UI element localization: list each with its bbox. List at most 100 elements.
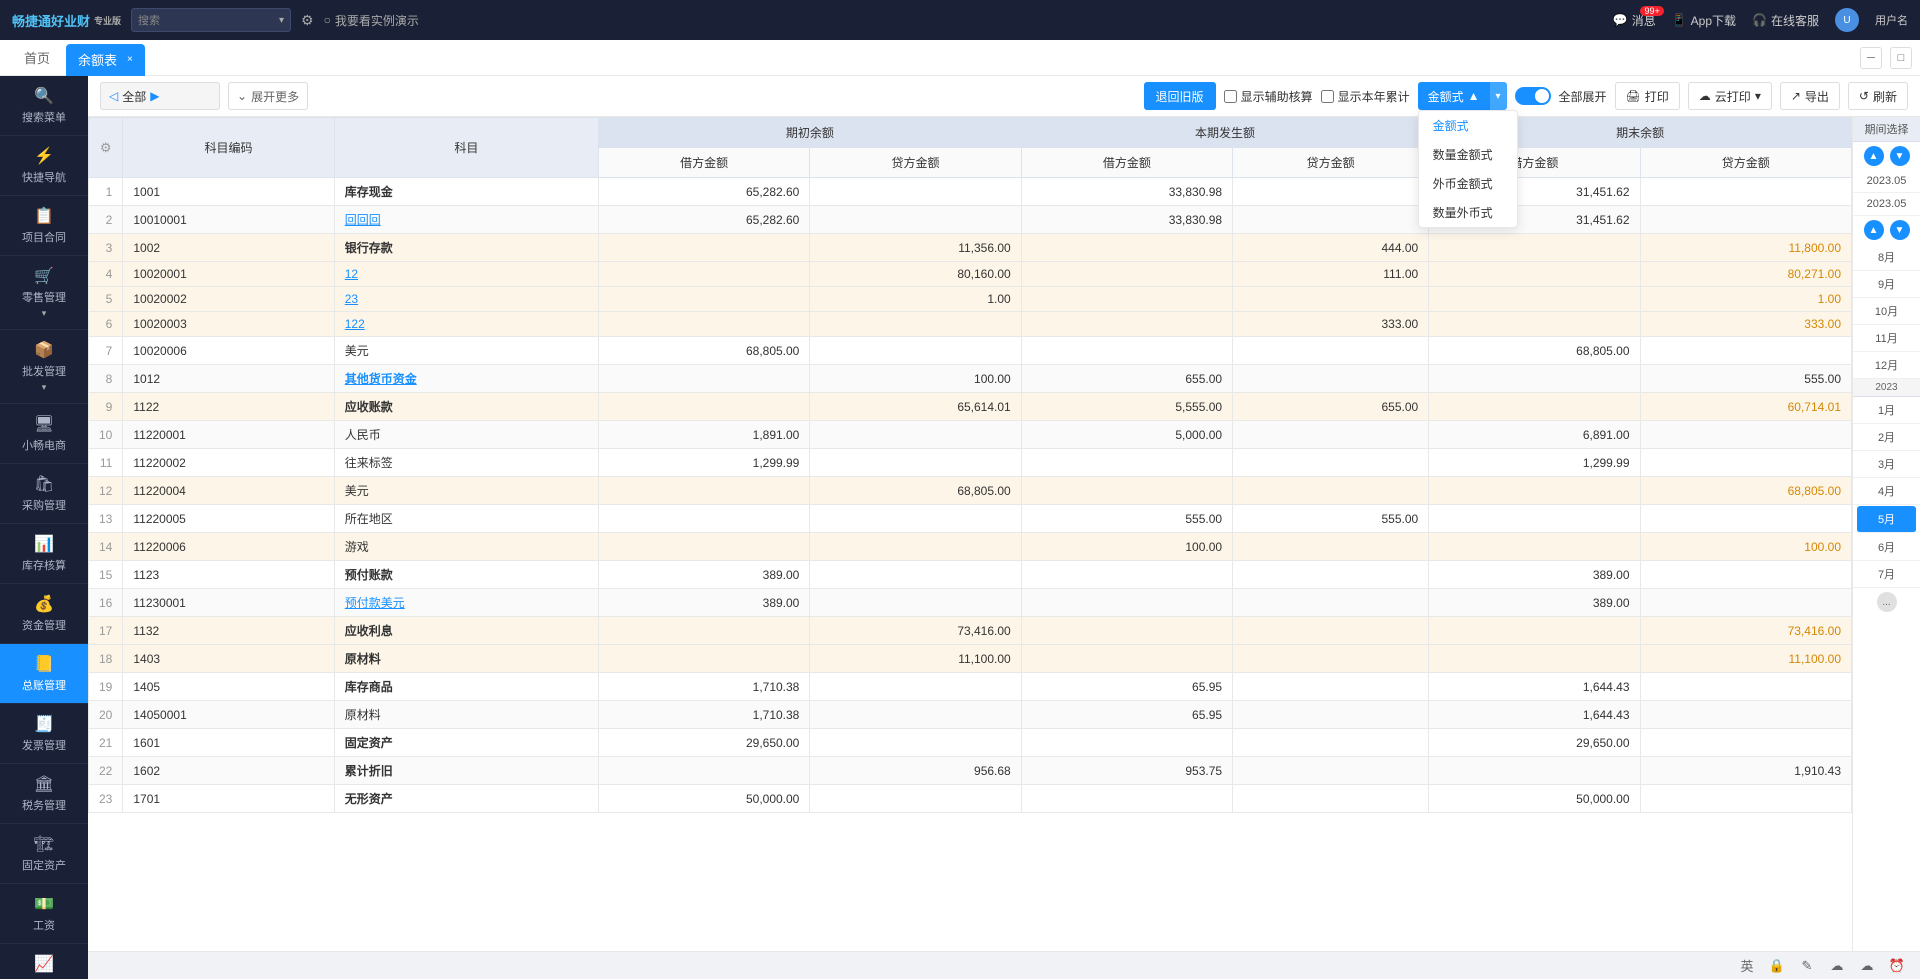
demo-link[interactable]: ○ 我要看实例演示 [324,12,419,29]
cell-oc [810,785,1021,813]
th-code: 科目编码 [123,118,334,178]
cell-cd [1021,262,1232,287]
cell-ec: 68,805.00 [1640,477,1851,505]
app-download-btn[interactable]: 📱 App下载 [1672,12,1736,29]
breadcrumb[interactable]: ◁ 全部 ▶ [100,82,220,110]
cell-name[interactable]: 12 [334,262,598,287]
show-year-checkbox[interactable] [1321,90,1334,103]
online-service-btn[interactable]: 🎧 在线客服 [1752,12,1819,29]
period-more-btn[interactable]: ... [1877,592,1897,612]
message-btn[interactable]: 💬 消息 99+ [1613,12,1656,29]
period-item-jul[interactable]: 7月 [1853,561,1920,588]
table-settings-icon[interactable]: ⚙ [100,140,112,155]
sidebar-item-finance[interactable]: 💰 资金管理 [0,584,88,644]
gear-icon[interactable]: ⚙ [301,12,314,29]
period-item-jan[interactable]: 1月 [1853,397,1920,424]
tab-balance-sheet[interactable]: 余额表 × [66,44,145,76]
period-prev-btn[interactable]: ▲ [1864,146,1884,166]
bottom-cloud-btn[interactable]: ☁ [1826,955,1848,977]
expand-more-btn[interactable]: ⌄ 展开更多 [228,82,308,110]
tab-max-btn[interactable]: □ [1890,47,1912,69]
period-item-nov[interactable]: 11月 [1853,325,1920,352]
cell-name[interactable]: 其他货币资金 [334,365,598,393]
format-dropdown-main-btn[interactable]: 金额式 ▲ [1418,82,1490,110]
tab-min-btn[interactable]: ─ [1860,47,1882,69]
cell-oc: 80,160.00 [810,262,1021,287]
bottom-cloud2-btn[interactable]: ☁ [1856,955,1878,977]
cell-ec [1640,701,1851,729]
cloud-print-btn[interactable]: ☁ 云打印 ▾ [1688,82,1772,110]
format-option-amount[interactable]: 金额式 [1419,111,1517,140]
sidebar-item-salary[interactable]: 💵 工资 [0,884,88,944]
print-btn[interactable]: 🖨 打印 [1615,82,1680,110]
return-old-version-btn[interactable]: 退回旧版 [1144,82,1216,110]
sidebar-item-ledger[interactable]: 📒 总账管理 [0,644,88,704]
sidebar-item-ecommerce[interactable]: 🖥 小畅电商 [0,404,88,464]
sidebar-item-operations[interactable]: 📈 经营管理 [0,944,88,979]
top-right-actions: 💬 消息 99+ 📱 App下载 🎧 在线客服 U 用户名 [1613,8,1908,32]
export-btn[interactable]: ↗ 导出 [1780,82,1840,110]
refresh-btn[interactable]: ↺ 刷新 [1848,82,1908,110]
show-aid-label[interactable]: 显示辅助核算 [1224,88,1313,105]
period-item-dec[interactable]: 12月 [1853,352,1920,379]
period-item-oct[interactable]: 10月 [1853,298,1920,325]
period-up-btn[interactable]: ▲ [1864,220,1884,240]
tab-home[interactable]: 首页 [8,40,66,76]
sidebar-item-wholesale[interactable]: 📦 批发管理 ▾ [0,330,88,404]
sidebar-item-quick-nav[interactable]: ⚡ 快捷导航 [0,136,88,196]
sidebar-item-invoice[interactable]: 🧾 发票管理 [0,704,88,764]
period-down-btn[interactable]: ▼ [1890,220,1910,240]
period-next-btn[interactable]: ▼ [1890,146,1910,166]
format-dropdown[interactable]: 金额式 ▲ ▾ 金额式 数量金额式 外币金额式 数量外币式 [1418,82,1507,110]
th-settings[interactable]: ⚙ [89,118,123,178]
period-item-mar[interactable]: 3月 [1853,451,1920,478]
period-item-2023-05-end[interactable]: 2023.05 [1853,193,1920,216]
period-item-aug[interactable]: 8月 [1853,244,1920,271]
sidebar-item-inventory[interactable]: 📊 库存核算 [0,524,88,584]
period-item-apr[interactable]: 4月 [1853,478,1920,505]
cell-name[interactable]: 预付款美元 [334,589,598,617]
cell-name[interactable]: 回回回 [334,206,598,234]
period-more: ... [1853,588,1920,616]
cell-od: 68,805.00 [599,337,810,365]
top-search-input[interactable]: 搜索 ▾ [131,8,291,32]
cell-name: 累计折旧 [334,757,598,785]
show-year-label[interactable]: 显示本年累计 [1321,88,1410,105]
period-item-sep[interactable]: 9月 [1853,271,1920,298]
sidebar-item-project[interactable]: 📋 项目合同 [0,196,88,256]
format-option-qty-foreign[interactable]: 数量外币式 [1419,198,1517,227]
format-dropdown-arrow-btn[interactable]: ▾ [1490,82,1507,110]
period-item-feb[interactable]: 2月 [1853,424,1920,451]
sidebar-item-search[interactable]: 🔍 搜索菜单 [0,76,88,136]
format-option-qty-amount[interactable]: 数量金额式 [1419,140,1517,169]
cell-name[interactable]: 122 [334,312,598,337]
cell-name: 库存现金 [334,178,598,206]
bottom-time-btn[interactable]: ⏰ [1886,955,1908,977]
cell-ec [1640,421,1851,449]
bottom-edit-btn[interactable]: ✎ [1796,955,1818,977]
sidebar-item-assets[interactable]: 🏗 固定资产 [0,824,88,884]
period-item-may[interactable]: 5月 [1857,506,1916,533]
cell-od: 65,282.60 [599,206,810,234]
format-option-foreign-amount[interactable]: 外币金额式 [1419,169,1517,198]
operations-icon: 📈 [34,954,54,974]
cell-no: 19 [89,673,123,701]
bottom-lang-btn[interactable]: 英 [1736,955,1758,977]
show-aid-checkbox[interactable] [1224,90,1237,103]
cell-name[interactable]: 23 [334,287,598,312]
sidebar-item-tax[interactable]: 🏛 税务管理 [0,764,88,824]
user-avatar[interactable]: U [1835,8,1859,32]
cell-name: 应收利息 [334,617,598,645]
period-year-2023: 2023 [1853,379,1920,397]
period-item-2023-05-start[interactable]: 2023.05 [1853,170,1920,193]
tab-close-btn[interactable]: × [127,54,133,65]
sidebar-item-purchase[interactable]: 🛍 采购管理 [0,464,88,524]
period-item-jun[interactable]: 6月 [1853,534,1920,561]
expand-all-toggle[interactable] [1515,87,1551,105]
cell-od: 389.00 [599,561,810,589]
cell-ec [1640,589,1851,617]
th-cd: 借方金额 [1021,148,1232,178]
sidebar-item-retail[interactable]: 🛒 零售管理 ▾ [0,256,88,330]
bottom-lock-btn[interactable]: 🔒 [1766,955,1788,977]
toolbar: ◁ 全部 ▶ ⌄ 展开更多 退回旧版 显示辅助核算 显示本年累计 [88,76,1920,117]
